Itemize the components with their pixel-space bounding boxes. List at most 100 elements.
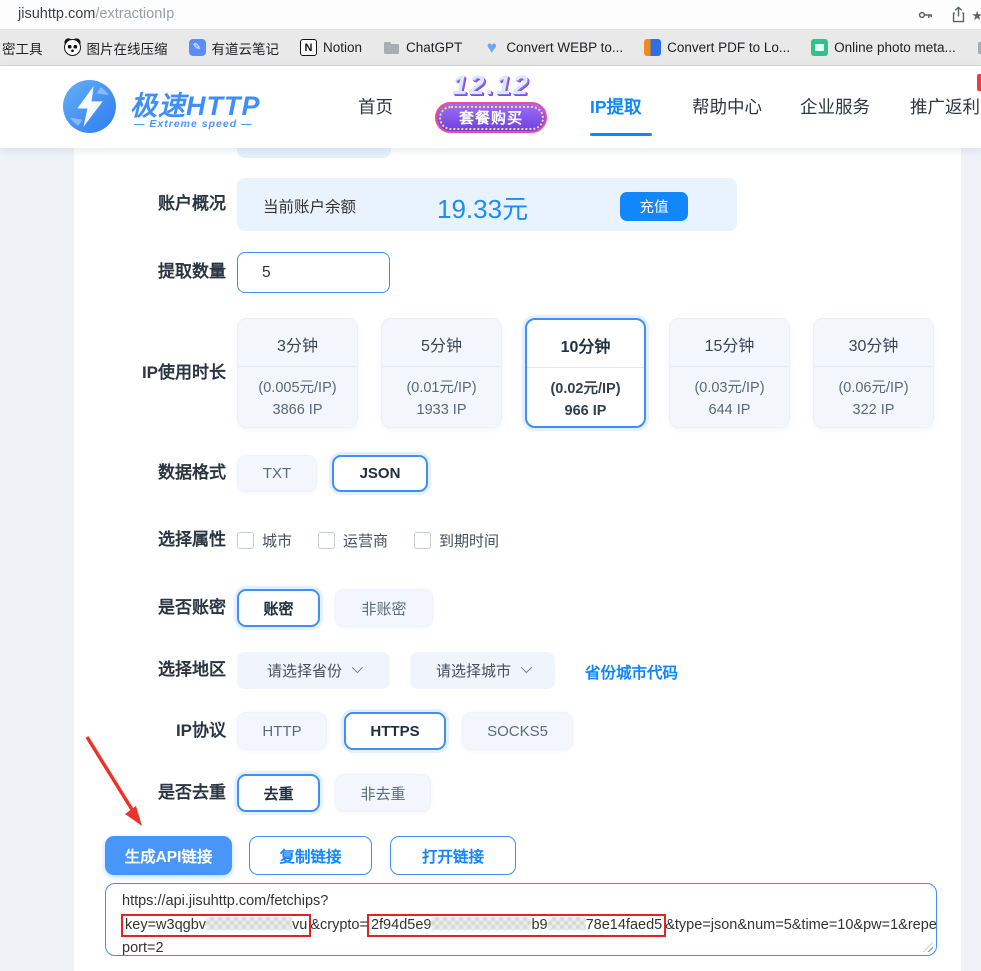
address-bar[interactable]: jisuhttp.com/extractionIp ★ xyxy=(0,0,981,30)
checkbox-carrier[interactable]: 运营商 xyxy=(318,530,388,551)
scrollbar-track[interactable] xyxy=(961,148,981,971)
api-query-tail: &type=json&num=5&time=10&pw=1&repeat=0& xyxy=(665,916,937,933)
api-url-line3: port=2 xyxy=(122,940,164,956)
chevron-down-icon xyxy=(351,661,364,673)
resize-handle[interactable] xyxy=(923,942,933,952)
city-select[interactable]: 请选择城市 xyxy=(410,652,555,689)
jisuhttp-logo-icon[interactable] xyxy=(62,79,117,134)
bookmark-item[interactable]: N Notion xyxy=(300,39,362,56)
cutoff-field-remnant xyxy=(237,148,391,158)
key-icon[interactable] xyxy=(916,6,934,24)
duration-label: IP使用时长 xyxy=(141,363,226,382)
dedup-option-no[interactable]: 非去重 xyxy=(335,774,431,812)
copy-link-button[interactable]: 复制链接 xyxy=(249,836,372,875)
bookmark-label: ChatGPT xyxy=(406,40,463,55)
bookmark-item[interactable]: ChatGPT xyxy=(383,39,462,56)
quantity-label: 提取数量 xyxy=(158,262,226,281)
account-panel: 当前账户余额 19.33元 充值 xyxy=(237,178,737,231)
extension-icon-partial[interactable]: ★ xyxy=(971,8,981,24)
dedup-label: 是否去重 xyxy=(158,783,226,802)
bookmark-item[interactable]: ✎ 有道云笔记 xyxy=(188,38,280,58)
protocol-option-http[interactable]: HTTP xyxy=(237,712,327,750)
bookmark-item[interactable]: 密工具 xyxy=(2,38,43,58)
city-placeholder: 请选择城市 xyxy=(435,663,511,680)
bookmark-label: 密工具 xyxy=(2,41,43,57)
checkbox-label: 城市 xyxy=(262,533,293,550)
checkbox-label: 运营商 xyxy=(343,533,389,550)
balance-value: 19.33元 xyxy=(437,194,529,224)
nav-home[interactable]: 首页 xyxy=(358,94,393,119)
duration-title: 15分钟 xyxy=(704,338,755,355)
duration-count: 644 IP xyxy=(708,402,751,418)
auth-option-credentials-selected[interactable]: 账密 xyxy=(237,589,320,627)
account-overview-label: 账户概况 xyxy=(158,194,226,213)
webp-heart-icon: ♥ xyxy=(486,38,497,57)
checkbox-box[interactable] xyxy=(318,532,336,549)
open-link-button[interactable]: 打开链接 xyxy=(390,836,516,875)
url-host: jisuhttp.com xyxy=(18,6,96,22)
format-option-json-selected[interactable]: JSON xyxy=(332,455,428,492)
duration-option-15min[interactable]: 15分钟 (0.03元/IP) 644 IP xyxy=(669,318,790,428)
bookmark-item[interactable]: Online photo meta... xyxy=(811,39,956,56)
bookmark-item[interactable]: 图片在线压缩 xyxy=(63,38,168,58)
province-placeholder: 请选择省份 xyxy=(266,663,342,680)
checkbox-box[interactable] xyxy=(414,532,432,549)
bookmark-label: 图片在线压缩 xyxy=(86,41,168,57)
promo-date: 12.12 xyxy=(452,70,530,100)
nav-enterprise[interactable]: 企业服务 xyxy=(800,94,870,119)
checkbox-box[interactable] xyxy=(237,532,254,549)
duration-count: 966 IP xyxy=(564,403,607,419)
recharge-button[interactable]: 充值 xyxy=(620,192,688,221)
duration-count: 3866 IP xyxy=(272,402,323,418)
api-key-prefix: key=w3qgbv xyxy=(125,916,207,933)
key-annotation-box: key=w3qgbv vu xyxy=(121,913,312,937)
protocol-option-https-selected[interactable]: HTTPS xyxy=(344,712,446,750)
notion-icon: N xyxy=(300,39,317,56)
bookmark-item[interactable]: Relakkes xyxy=(977,39,981,56)
auth-label: 是否账密 xyxy=(158,598,226,617)
duration-title: 30分钟 xyxy=(848,338,899,355)
protocol-label: IP协议 xyxy=(175,721,226,740)
youdao-pen-icon: ✎ xyxy=(188,39,206,56)
api-crypto-p2: b9 xyxy=(531,916,548,933)
checkbox-expiry[interactable]: 到期时间 xyxy=(414,530,499,551)
duration-count: 322 IP xyxy=(852,402,895,418)
checkbox-city[interactable]: 城市 xyxy=(237,530,292,551)
bookmark-item[interactable]: ♥ Convert WEBP to... xyxy=(483,39,623,56)
protocol-option-socks5[interactable]: SOCKS5 xyxy=(462,712,573,750)
api-url-line1: https://api.jisuhttp.com/fetchips? xyxy=(122,893,329,909)
format-option-txt[interactable]: TXT xyxy=(237,455,317,492)
site-header: 极速HTTP — Extreme speed — 首页 12.12 套餐购买 I… xyxy=(0,66,981,148)
api-crypto-param: &crypto= xyxy=(310,916,368,933)
bookmark-item[interactable]: Convert PDF to Lo... xyxy=(644,39,790,56)
share-icon[interactable] xyxy=(950,5,967,24)
bookmark-label: Online photo meta... xyxy=(834,40,956,55)
url-path: /extractionIp xyxy=(95,6,175,22)
province-select[interactable]: 请选择省份 xyxy=(237,652,390,689)
duration-option-5min[interactable]: 5分钟 (0.01元/IP) 1933 IP xyxy=(381,318,502,428)
api-key-suffix: vu xyxy=(292,916,308,933)
quantity-input[interactable] xyxy=(237,252,390,293)
auth-option-no-credentials[interactable]: 非账密 xyxy=(335,589,433,627)
duration-price: (0.06元/IP) xyxy=(838,380,909,396)
balance-label: 当前账户余额 xyxy=(263,199,357,216)
api-url-textarea[interactable]: https://api.jisuhttp.com/fetchips? key=w… xyxy=(105,883,937,956)
duration-price: (0.01元/IP) xyxy=(406,380,477,396)
province-city-code-link[interactable]: 省份城市代码 xyxy=(585,661,678,683)
format-label: 数据格式 xyxy=(158,463,226,482)
page-url[interactable]: jisuhttp.com/extractionIp xyxy=(18,6,174,22)
nav-ip-extract[interactable]: IP提取 xyxy=(590,94,642,119)
promo-badge-1212[interactable]: 12.12 套餐购买 xyxy=(432,70,550,138)
pdf-converter-icon xyxy=(644,39,662,56)
generate-api-link-button[interactable]: 生成API链接 xyxy=(105,836,232,875)
nav-referral[interactable]: 推广返利 xyxy=(910,94,980,119)
duration-option-3min[interactable]: 3分钟 (0.005元/IP) 3866 IP xyxy=(237,318,358,428)
dedup-option-yes-selected[interactable]: 去重 xyxy=(237,774,320,812)
nav-help-center[interactable]: 帮助中心 xyxy=(692,94,762,119)
duration-option-30min[interactable]: 30分钟 (0.06元/IP) 322 IP xyxy=(813,318,934,428)
region-label: 选择地区 xyxy=(158,660,226,679)
bookmark-label: 有道云笔记 xyxy=(211,41,280,57)
duration-option-10min-selected[interactable]: 10分钟 (0.02元/IP) 966 IP xyxy=(525,318,646,428)
duration-title: 5分钟 xyxy=(421,338,462,355)
bookmark-label: Convert PDF to Lo... xyxy=(667,40,791,55)
